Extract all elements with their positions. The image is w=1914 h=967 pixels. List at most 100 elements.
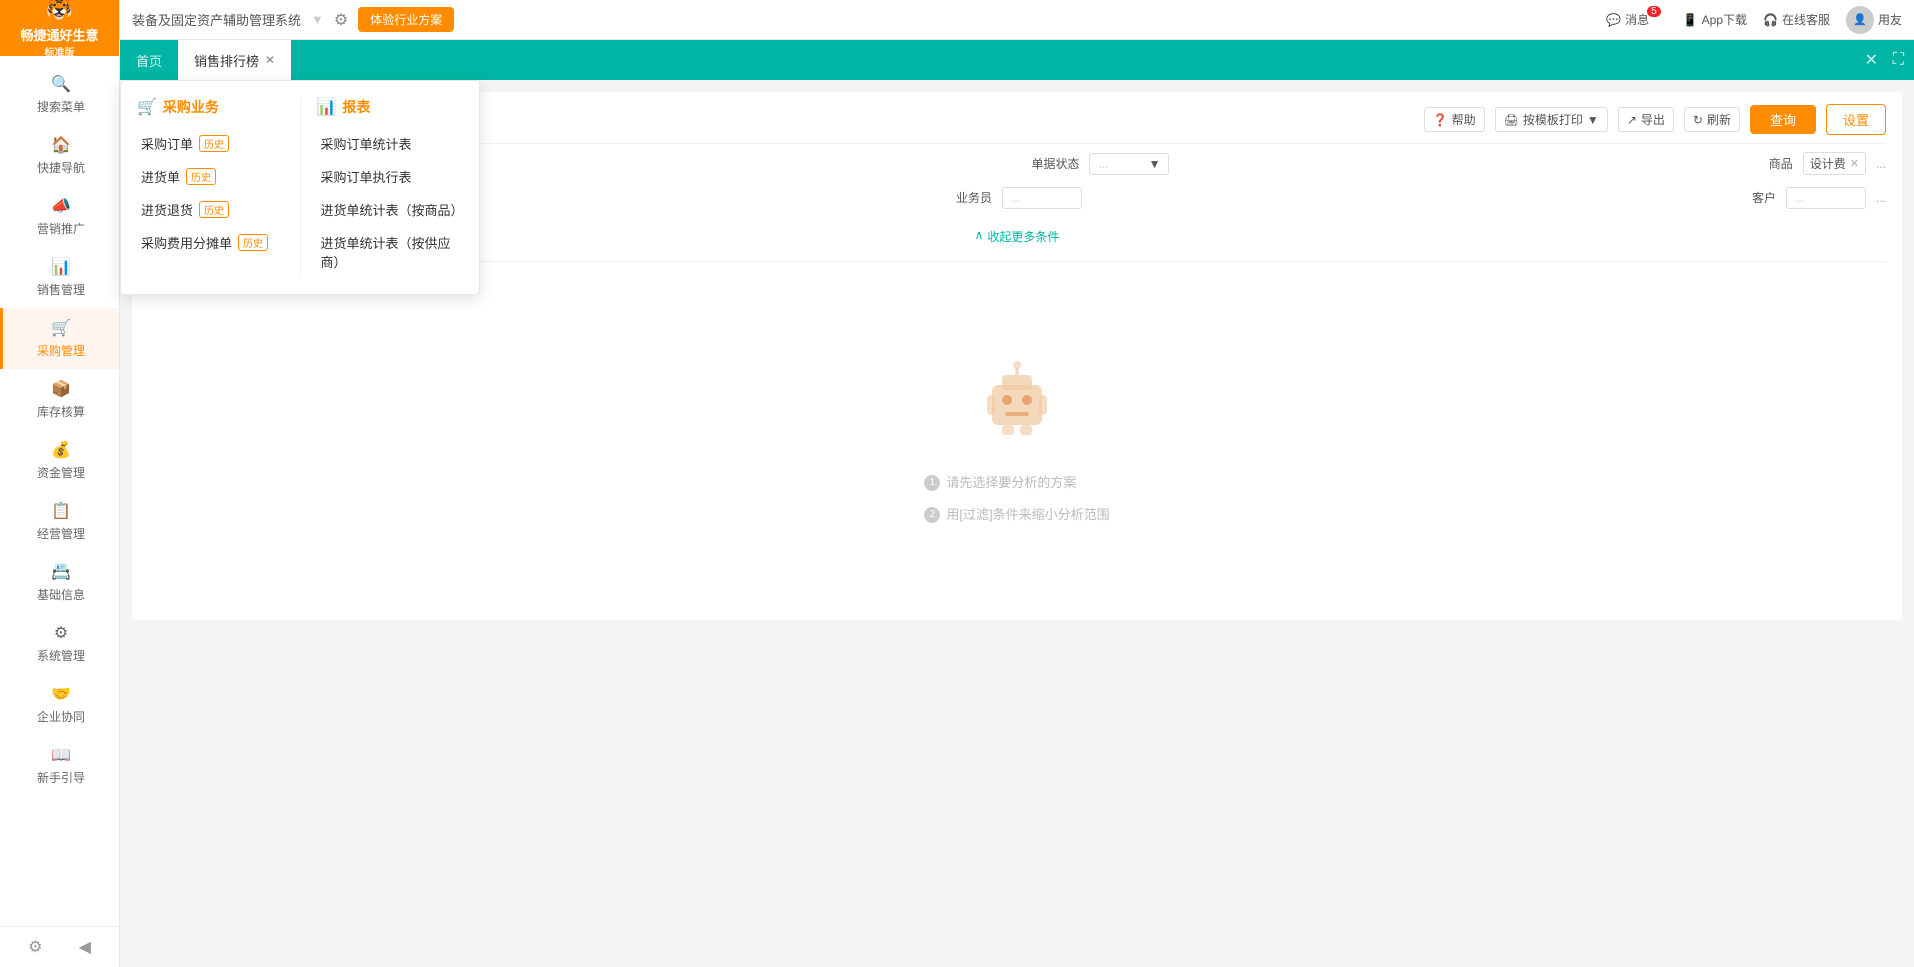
help-btn[interactable]: ❓ 帮助 (1424, 107, 1485, 132)
sidebar-label-guide: 新手引导 (37, 769, 85, 786)
bullet1: 1 (924, 475, 940, 491)
sidebar-label-purchase: 采购管理 (37, 342, 85, 359)
menu-incoming-stat-goods[interactable]: 进货单统计表（按商品） (317, 193, 464, 226)
sidebar-item-system[interactable]: ⚙ 系统管理 (0, 613, 119, 674)
sidebar-label-search: 搜索菜单 (37, 98, 85, 115)
refresh-label: 刷新 (1707, 111, 1731, 128)
menu-purchase-order[interactable]: 采购订单 历史 (137, 127, 284, 160)
sales-icon: 📊 (51, 257, 71, 277)
sidebar-label-system: 系统管理 (37, 647, 85, 664)
goods-chip-close[interactable]: ✕ (1850, 157, 1859, 170)
system-title: 装备及固定资产辅助管理系统 (132, 10, 301, 29)
phone-icon: 📱 (1683, 13, 1698, 27)
menu-purchase-expense[interactable]: 采购费用分摊单 历史 (137, 226, 284, 259)
customer-select[interactable]: ... (1786, 187, 1866, 209)
tab-bar: 首页 销售排行榜 ✕ ✕ ⛶ (120, 40, 1914, 80)
dropdown-report-title: 📊 报表 (317, 97, 464, 117)
order-status-select[interactable]: ... ▼ (1089, 153, 1169, 175)
empty-text: 1 请先选择要分析的方案 2 用[过滤]条件来缩小分析范围 (924, 470, 1109, 528)
export-label: 导出 (1641, 111, 1665, 128)
refresh-btn[interactable]: ↻ 刷新 (1684, 107, 1740, 132)
tab-home[interactable]: 首页 (120, 40, 178, 80)
app-download-btn[interactable]: 📱 App下载 (1683, 11, 1747, 28)
hist-badge-1: 历史 (199, 135, 229, 152)
user-btn[interactable]: 👤 用友 (1846, 6, 1902, 34)
settings-gear-icon[interactable]: ⚙ (334, 10, 348, 30)
headset-icon: 🎧 (1763, 13, 1778, 27)
dropdown-purchase-title: 🛒 采购业务 (137, 97, 284, 117)
sidebar-item-quick-nav[interactable]: 🏠 快捷导航 (0, 125, 119, 186)
sidebar: 🐯 畅捷通好生意 标准版 🔍 搜索菜单 🏠 快捷导航 📣 营销推广 📊 销售管理… (0, 0, 120, 967)
sidebar-item-purchase[interactable]: 🛒 采购管理 (0, 308, 119, 369)
report-menu-icon: 📊 (317, 97, 337, 117)
search-icon: 🔍 (51, 74, 71, 94)
tab-close-icon[interactable]: ✕ (265, 53, 275, 67)
message-label: 消息 (1625, 11, 1649, 28)
sidebar-label-inventory: 库存核算 (37, 403, 85, 420)
salesperson-select[interactable]: ... (1002, 187, 1082, 209)
menu-incoming-stat-supplier-label: 进货单统计表（按供应商） (321, 233, 460, 271)
sidebar-item-sales[interactable]: 📊 销售管理 (0, 247, 119, 308)
sidebar-item-operation[interactable]: 📋 经营管理 (0, 491, 119, 552)
order-status-dropdown-icon: ▼ (1149, 157, 1161, 171)
sidebar-item-finance[interactable]: 💰 资金管理 (0, 430, 119, 491)
menu-purchase-expense-label: 采购费用分摊单 (141, 233, 232, 252)
online-service-btn[interactable]: 🎧 在线客服 (1763, 11, 1830, 28)
logo-icon: 🐯 (46, 0, 73, 23)
empty-state-icon (967, 350, 1067, 450)
menu-purchase-order-stat[interactable]: 采购订单统计表 (317, 127, 464, 160)
print-label: 按模板打印 (1523, 111, 1583, 128)
menu-purchase-order-stat-label: 采购订单统计表 (321, 134, 412, 153)
sidebar-collapse-btn[interactable]: ◀ (79, 937, 91, 957)
menu-incoming[interactable]: 进货单 历史 (137, 160, 284, 193)
sidebar-item-search[interactable]: 🔍 搜索菜单 (0, 64, 119, 125)
dropdown-menu: 🛒 采购业务 采购订单 历史 进货单 历史 进货退货 历史 采购费用分摊单 历史 (120, 80, 480, 295)
customer-label: 客户 (1752, 189, 1776, 206)
goods-more-btn[interactable]: ... (1876, 157, 1886, 171)
top-bar: 装备及固定资产辅助管理系统 ▼ ⚙ 体验行业方案 💬 消息 5 📱 App下载 … (120, 0, 1914, 40)
message-btn[interactable]: 💬 消息 5 (1606, 11, 1667, 28)
order-status-label: 单据状态 (1031, 155, 1079, 172)
tab-sales-ranking-label: 销售排行榜 (194, 51, 259, 70)
sidebar-settings-btn[interactable]: ⚙ (28, 937, 42, 957)
tab-home-label: 首页 (136, 51, 162, 70)
setting-btn[interactable]: 设置 (1826, 104, 1886, 135)
query-btn[interactable]: 查询 (1750, 105, 1816, 134)
sidebar-label-marketing: 营销推广 (37, 220, 85, 237)
export-icon: ↗ (1627, 113, 1637, 127)
print-btn[interactable]: 🖨 按模板打印 ▼ (1495, 107, 1608, 132)
industry-btn[interactable]: 体验行业方案 (358, 7, 454, 32)
goods-chip-value: 设计费 (1810, 155, 1846, 172)
tab-expand-icon[interactable]: ⛶ (1893, 51, 1904, 69)
tab-sales-ranking[interactable]: 销售排行榜 ✕ (178, 40, 291, 80)
sidebar-label-sales: 销售管理 (37, 281, 85, 298)
sidebar-item-guide[interactable]: 📖 新手引导 (0, 735, 119, 796)
help-icon: ❓ (1433, 113, 1448, 127)
sidebar-label-basic: 基础信息 (37, 586, 85, 603)
sidebar-item-basic[interactable]: 📇 基础信息 (0, 552, 119, 613)
dropdown-report-label: 报表 (342, 97, 370, 117)
enterprise-icon: 🤝 (51, 684, 71, 704)
goods-label: 商品 (1769, 155, 1793, 172)
help-label: 帮助 (1452, 111, 1476, 128)
menu-incoming-label: 进货单 (141, 167, 180, 186)
tab-close-all-icon[interactable]: ✕ (1865, 50, 1878, 70)
sidebar-item-enterprise[interactable]: 🤝 企业协同 (0, 674, 119, 735)
sidebar-logo: 🐯 畅捷通好生意 标准版 (0, 0, 119, 56)
sidebar-item-marketing[interactable]: 📣 营销推广 (0, 186, 119, 247)
menu-purchase-order-exec[interactable]: 采购订单执行表 (317, 160, 464, 193)
hist-badge-2: 历史 (186, 168, 216, 185)
sidebar-label-operation: 经营管理 (37, 525, 85, 542)
menu-return-label: 进货退货 (141, 200, 193, 219)
home-icon: 🏠 (51, 135, 71, 155)
operation-icon: 📋 (51, 501, 71, 521)
menu-purchase-order-exec-label: 采购订单执行表 (321, 167, 412, 186)
export-btn[interactable]: ↗ 导出 (1618, 107, 1674, 132)
menu-incoming-stat-supplier[interactable]: 进货单统计表（按供应商） (317, 226, 464, 278)
logo-text: 畅捷通好生意 (20, 25, 98, 44)
customer-placeholder: ... (1795, 191, 1857, 205)
menu-return[interactable]: 进货退货 历史 (137, 193, 284, 226)
avatar: 👤 (1846, 6, 1874, 34)
customer-more-btn[interactable]: ... (1876, 191, 1886, 205)
sidebar-item-inventory[interactable]: 📦 库存核算 (0, 369, 119, 430)
